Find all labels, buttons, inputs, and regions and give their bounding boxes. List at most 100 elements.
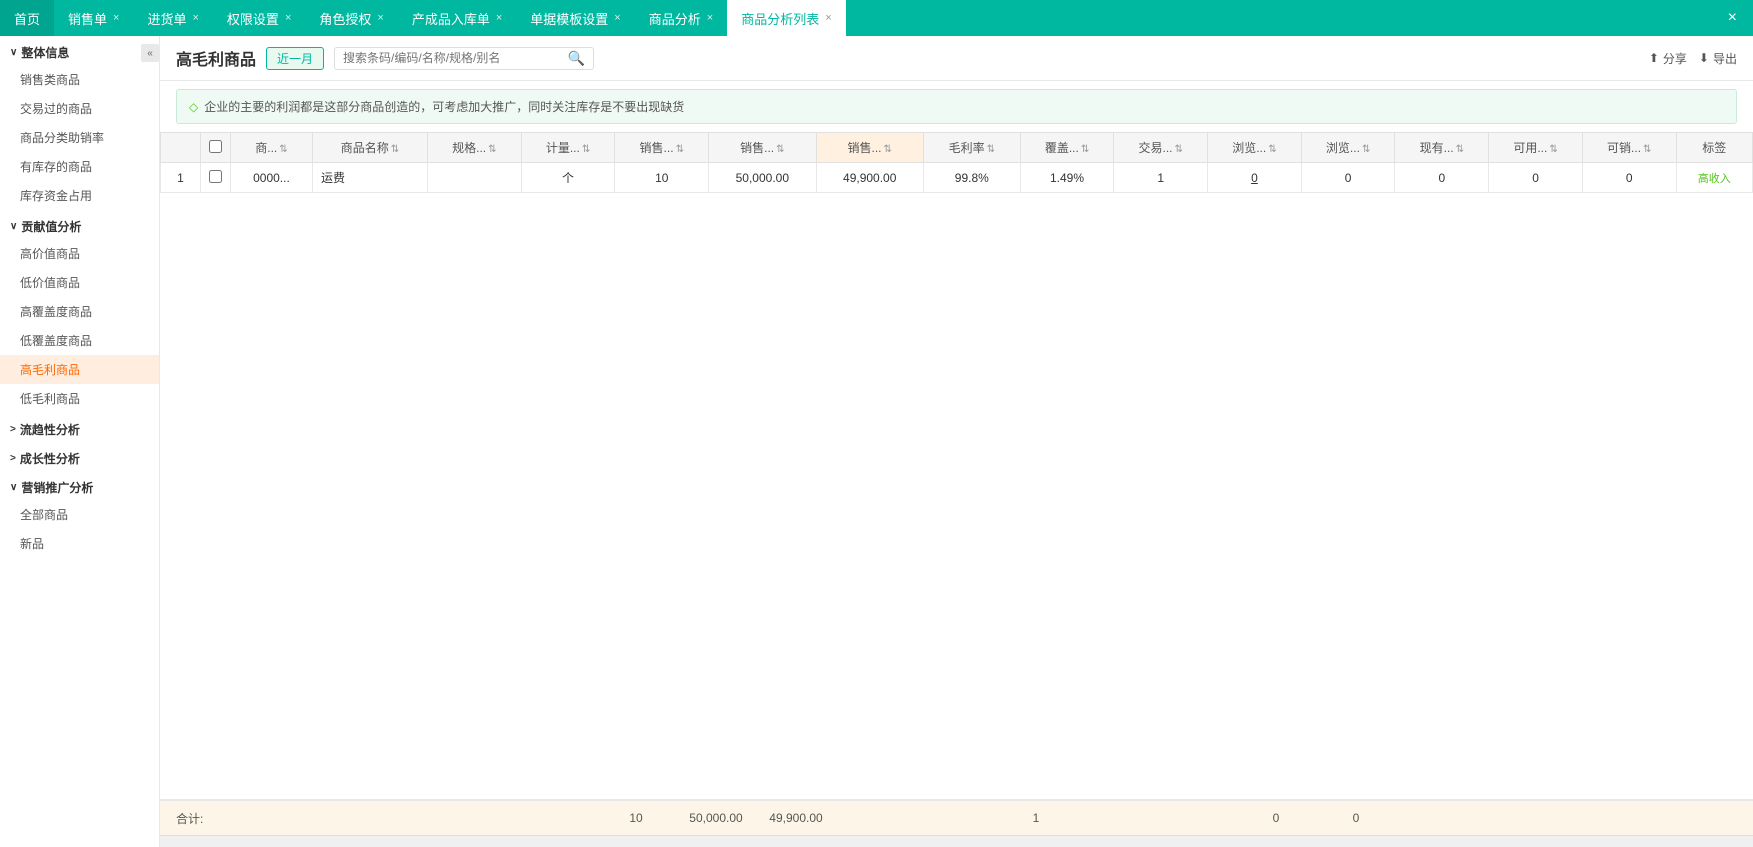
sidebar-item-all-goods[interactable]: 全部商品: [0, 500, 159, 529]
sidebar-item-new-products[interactable]: 新品: [0, 529, 159, 558]
close-permissions-tab[interactable]: ×: [285, 12, 291, 24]
info-bar: ◇ 企业的主要的利润都是这部分商品创造的，可考虑加大推广，同时关注库存是不要出现…: [176, 89, 1737, 124]
sidebar-item-traded-goods[interactable]: 交易过的商品: [0, 94, 159, 123]
sidebar-item-low-value[interactable]: 低价值商品: [0, 268, 159, 297]
cell-sales1: 10: [615, 163, 709, 193]
sidebar-item-sales-goods[interactable]: 销售类商品: [0, 65, 159, 94]
col-coverage: 覆盖...⇅: [1020, 133, 1114, 163]
sort-icon[interactable]: ⇅: [488, 144, 496, 155]
cell-sales2: 50,000.00: [709, 163, 816, 193]
close-sales-tab[interactable]: ×: [113, 12, 119, 24]
cell-browse1[interactable]: 0: [1208, 163, 1302, 193]
data-table: 商...⇅ 商品名称⇅ 规格...⇅ 计量...⇅ 销售...⇅ 销售...⇅ …: [160, 132, 1753, 193]
filter-button[interactable]: 近一月: [266, 47, 324, 70]
nav-home[interactable]: 首页: [0, 0, 54, 36]
col-checkbox: [201, 133, 231, 163]
sidebar-collapse-button[interactable]: «: [141, 44, 159, 62]
sidebar-item-low-margin[interactable]: 低毛利商品: [0, 384, 159, 413]
sort-icon[interactable]: ⇅: [582, 144, 590, 155]
sort-icon[interactable]: ⇅: [1268, 144, 1276, 155]
table-row[interactable]: 1 0000... 运费 个 10 50,000.00 49,900.00 99…: [161, 163, 1753, 193]
col-browse2: 浏览...⇅: [1301, 133, 1395, 163]
sort-icon[interactable]: ⇅: [279, 144, 287, 155]
col-sales1: 销售...⇅: [615, 133, 709, 163]
window-close-button[interactable]: ×: [1712, 9, 1753, 27]
search-input[interactable]: [343, 51, 568, 65]
col-trade: 交易...⇅: [1114, 133, 1208, 163]
sidebar-group-growth[interactable]: > 成长性分析: [0, 442, 159, 471]
sort-icon[interactable]: ⇅: [1362, 144, 1370, 155]
nav-analysis-list[interactable]: 商品分析列表 ×: [727, 0, 845, 36]
horizontal-scrollbar[interactable]: [160, 835, 1753, 847]
footer-coverage: [916, 811, 996, 825]
cell-coverage: 1.49%: [1020, 163, 1114, 193]
cell-stock2: 0: [1489, 163, 1583, 193]
share-icon: ⬆: [1649, 51, 1659, 65]
close-role-tab[interactable]: ×: [377, 12, 383, 24]
close-template-tab[interactable]: ×: [614, 12, 620, 24]
col-tag: 标签: [1676, 133, 1752, 163]
sidebar-item-in-stock[interactable]: 有库存的商品: [0, 152, 159, 181]
close-product-storage-tab[interactable]: ×: [496, 12, 502, 24]
select-all-checkbox[interactable]: [209, 140, 222, 153]
sidebar-item-low-coverage[interactable]: 低覆盖度商品: [0, 326, 159, 355]
sidebar-group-marketing[interactable]: ∨ 营销推广分析: [0, 471, 159, 500]
cell-spec: [428, 163, 522, 193]
col-sales2: 销售...⇅: [709, 133, 816, 163]
close-purchase-tab[interactable]: ×: [192, 12, 198, 24]
row-checkbox[interactable]: [209, 170, 222, 183]
cell-browse2: 0: [1301, 163, 1395, 193]
footer-sales3: 49,900.00: [756, 811, 836, 825]
sort-icon[interactable]: ⇅: [1175, 144, 1183, 155]
nav-role[interactable]: 角色授权 ×: [305, 0, 397, 36]
cell-sales3: 49,900.00: [816, 163, 923, 193]
main-layout: « ∨ 整体信息 销售类商品 交易过的商品 商品分类助销率 有库存的商品 库存资…: [0, 36, 1753, 847]
cell-stock1: 0: [1395, 163, 1489, 193]
nav-sales[interactable]: 销售单 ×: [54, 0, 133, 36]
col-index: [161, 133, 201, 163]
footer-gross: [836, 811, 916, 825]
close-analysis-list-tab[interactable]: ×: [825, 12, 831, 24]
sidebar-item-high-value[interactable]: 高价值商品: [0, 239, 159, 268]
nav-analysis[interactable]: 商品分析 ×: [635, 0, 727, 36]
sidebar-item-high-coverage[interactable]: 高覆盖度商品: [0, 297, 159, 326]
nav-template[interactable]: 单据模板设置 ×: [516, 0, 634, 36]
sidebar-item-category-rate[interactable]: 商品分类助销率: [0, 123, 159, 152]
sort-icon[interactable]: ⇅: [1643, 144, 1651, 155]
footer-total-label: 合计:: [176, 810, 376, 827]
cell-index: 1: [161, 163, 201, 193]
sidebar-group-contribution[interactable]: ∨ 贡献值分析: [0, 210, 159, 239]
chevron-down-icon: ∨: [10, 47, 17, 58]
sidebar-group-overall[interactable]: ∨ 整体信息: [0, 36, 159, 65]
footer-stock1: 0: [1236, 811, 1316, 825]
sort-icon[interactable]: ⇅: [391, 144, 399, 155]
search-box: 🔍: [334, 47, 594, 70]
sort-icon[interactable]: ⇅: [1549, 144, 1557, 155]
sort-icon[interactable]: ⇅: [1081, 144, 1089, 155]
nav-permissions[interactable]: 权限设置 ×: [213, 0, 305, 36]
cell-name: 运费: [312, 163, 427, 193]
export-button[interactable]: ⬇ 导出: [1699, 50, 1737, 67]
search-icon[interactable]: 🔍: [568, 50, 585, 67]
sort-icon[interactable]: ⇅: [1456, 144, 1464, 155]
sidebar-item-high-margin[interactable]: 高毛利商品: [0, 355, 159, 384]
sort-icon[interactable]: ⇅: [776, 144, 784, 155]
table-container: 商...⇅ 商品名称⇅ 规格...⇅ 计量...⇅ 销售...⇅ 销售...⇅ …: [160, 132, 1753, 799]
chevron-right-icon: >: [10, 424, 16, 435]
sort-icon[interactable]: ⇅: [884, 144, 892, 155]
sort-icon[interactable]: ⇅: [676, 144, 684, 155]
info-text: 企业的主要的利润都是这部分商品创造的，可考虑加大推广，同时关注库存是不要出现缺货: [204, 98, 684, 115]
chevron-down-icon: ∨: [10, 482, 17, 493]
sidebar-item-stock-capital[interactable]: 库存资金占用: [0, 181, 159, 210]
sidebar: « ∨ 整体信息 销售类商品 交易过的商品 商品分类助销率 有库存的商品 库存资…: [0, 36, 160, 847]
content-area: 高毛利商品 近一月 🔍 ⬆ 分享 ⬇ 导出 ◇ 企业的主要的利润都是这部分商品创…: [160, 36, 1753, 847]
header-actions: ⬆ 分享 ⬇ 导出: [1649, 50, 1737, 67]
sort-icon[interactable]: ⇅: [987, 144, 995, 155]
table-footer: 合计: 10 50,000.00 49,900.00 1 0 0: [160, 799, 1753, 835]
share-button[interactable]: ⬆ 分享: [1649, 50, 1687, 67]
cell-tag: 高收入: [1676, 163, 1752, 193]
nav-product-storage[interactable]: 产成品入库单 ×: [398, 0, 516, 36]
nav-purchase[interactable]: 进货单 ×: [133, 0, 212, 36]
sidebar-group-trend[interactable]: > 流趋性分析: [0, 413, 159, 442]
close-analysis-tab[interactable]: ×: [707, 12, 713, 24]
